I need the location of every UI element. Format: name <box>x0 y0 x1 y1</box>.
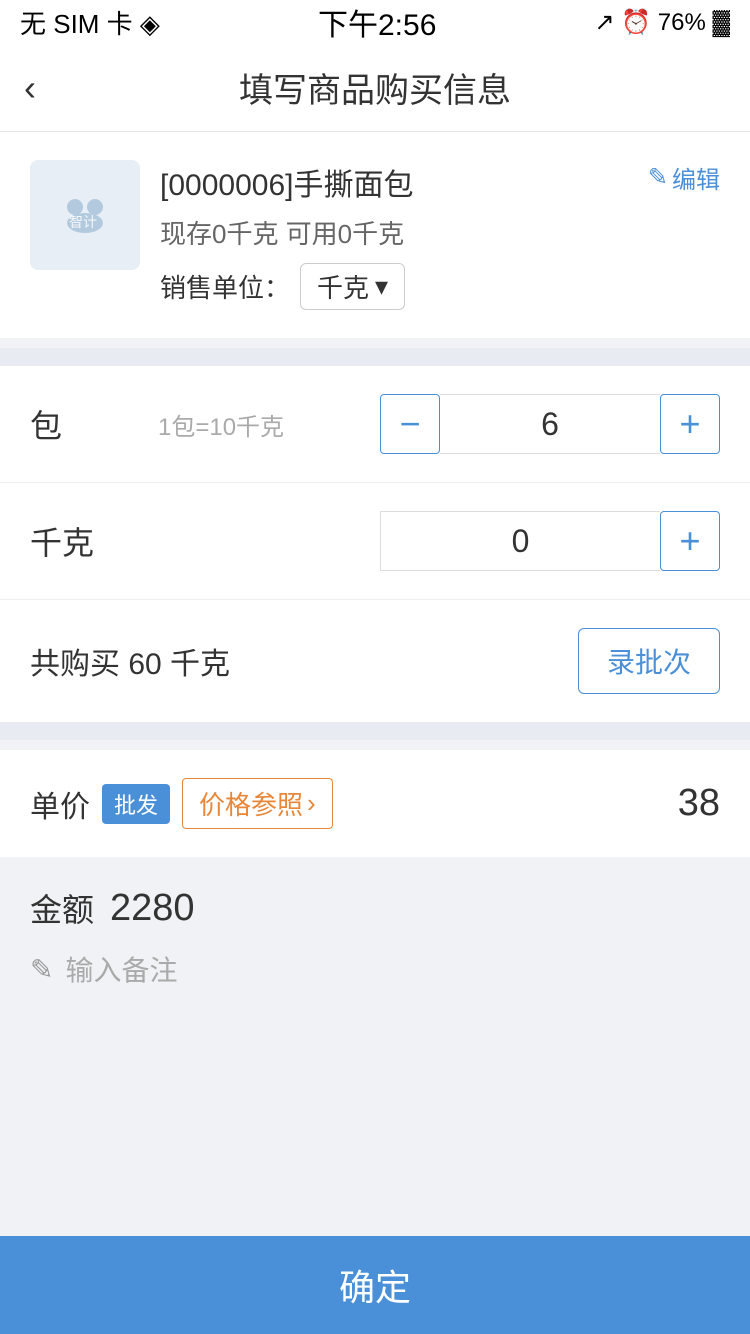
price-reference-button[interactable]: 价格参照 › <box>182 778 333 829</box>
bag-minus-button[interactable]: − <box>380 394 440 454</box>
price-label-row: 单价 批发 价格参照 › <box>30 778 333 829</box>
status-bar: 无 SIM 卡 ◈ 下午2:56 ↗ ⏰ 76% ▓ <box>0 0 750 44</box>
kg-quantity-input[interactable] <box>380 511 660 571</box>
nav-bar: ‹ 填写商品购买信息 <box>0 44 750 132</box>
note-row[interactable]: ✎ 输入备注 <box>30 949 720 1017</box>
form-section: 包 1包=10千克 − + 千克 + <box>0 366 750 600</box>
product-thumbnail: 智计 <box>30 160 140 270</box>
page-title: 填写商品购买信息 <box>239 63 511 112</box>
bag-label: 包 <box>30 401 150 447</box>
bag-hint: 1包=10千克 <box>158 407 284 442</box>
bag-row: 包 1包=10千克 − + <box>0 366 750 483</box>
product-image-icon: 智计 <box>55 185 115 245</box>
dropdown-icon: ▾ <box>375 271 388 302</box>
price-tag: 批发 <box>102 784 170 824</box>
chevron-right-icon: › <box>307 788 316 819</box>
product-name: [0000006]手撕面包 <box>160 160 413 204</box>
price-section: 单价 批发 价格参照 › 38 <box>0 750 750 857</box>
confirm-button[interactable]: 确定 <box>0 1236 750 1334</box>
product-stock: 现存0千克 可用0千克 <box>160 214 720 251</box>
total-row: 共购买 60 千克 录批次 <box>0 600 750 722</box>
confirm-label: 确定 <box>339 1259 411 1311</box>
status-carrier: 无 SIM 卡 ◈ <box>20 4 160 41</box>
section-divider-2 <box>0 722 750 740</box>
kg-plus-button[interactable]: + <box>660 511 720 571</box>
product-info: [0000006]手撕面包 ✎ 编辑 现存0千克 可用0千克 销售单位： 千克 … <box>160 160 720 310</box>
record-batch-button[interactable]: 录批次 <box>578 628 720 694</box>
kg-row: 千克 + <box>0 483 750 600</box>
amount-value: 2280 <box>110 887 195 930</box>
amount-row: 金额 2280 <box>30 885 720 931</box>
pencil-icon: ✎ <box>30 953 53 986</box>
note-placeholder[interactable]: 输入备注 <box>65 949 177 989</box>
total-text: 共购买 60 千克 <box>30 639 230 683</box>
amount-section: 金额 2280 ✎ 输入备注 <box>0 857 750 1017</box>
kg-label: 千克 <box>30 518 150 564</box>
amount-label: 金额 <box>30 885 94 931</box>
unit-dropdown[interactable]: 千克 ▾ <box>300 263 405 310</box>
back-button[interactable]: ‹ <box>24 67 36 109</box>
kg-input-group: + <box>380 511 720 571</box>
status-time: 下午2:56 <box>318 0 436 44</box>
bag-input-group: − + <box>380 394 720 454</box>
bag-plus-button[interactable]: + <box>660 394 720 454</box>
unit-label: 销售单位： <box>160 268 290 305</box>
product-unit-row: 销售单位： 千克 ▾ <box>160 263 720 310</box>
price-value: 38 <box>678 782 720 825</box>
edit-icon: ✎ <box>648 163 668 192</box>
svg-text:智计: 智计 <box>69 214 97 230</box>
product-section: 智计 [0000006]手撕面包 ✎ 编辑 现存0千克 可用0千克 销售单位： … <box>0 132 750 338</box>
edit-button[interactable]: ✎ 编辑 <box>648 160 720 195</box>
price-label: 单价 <box>30 782 90 826</box>
bag-quantity-input[interactable] <box>440 394 660 454</box>
status-icons: ↗ ⏰ 76% ▓ <box>594 8 730 37</box>
section-divider-1 <box>0 348 750 366</box>
